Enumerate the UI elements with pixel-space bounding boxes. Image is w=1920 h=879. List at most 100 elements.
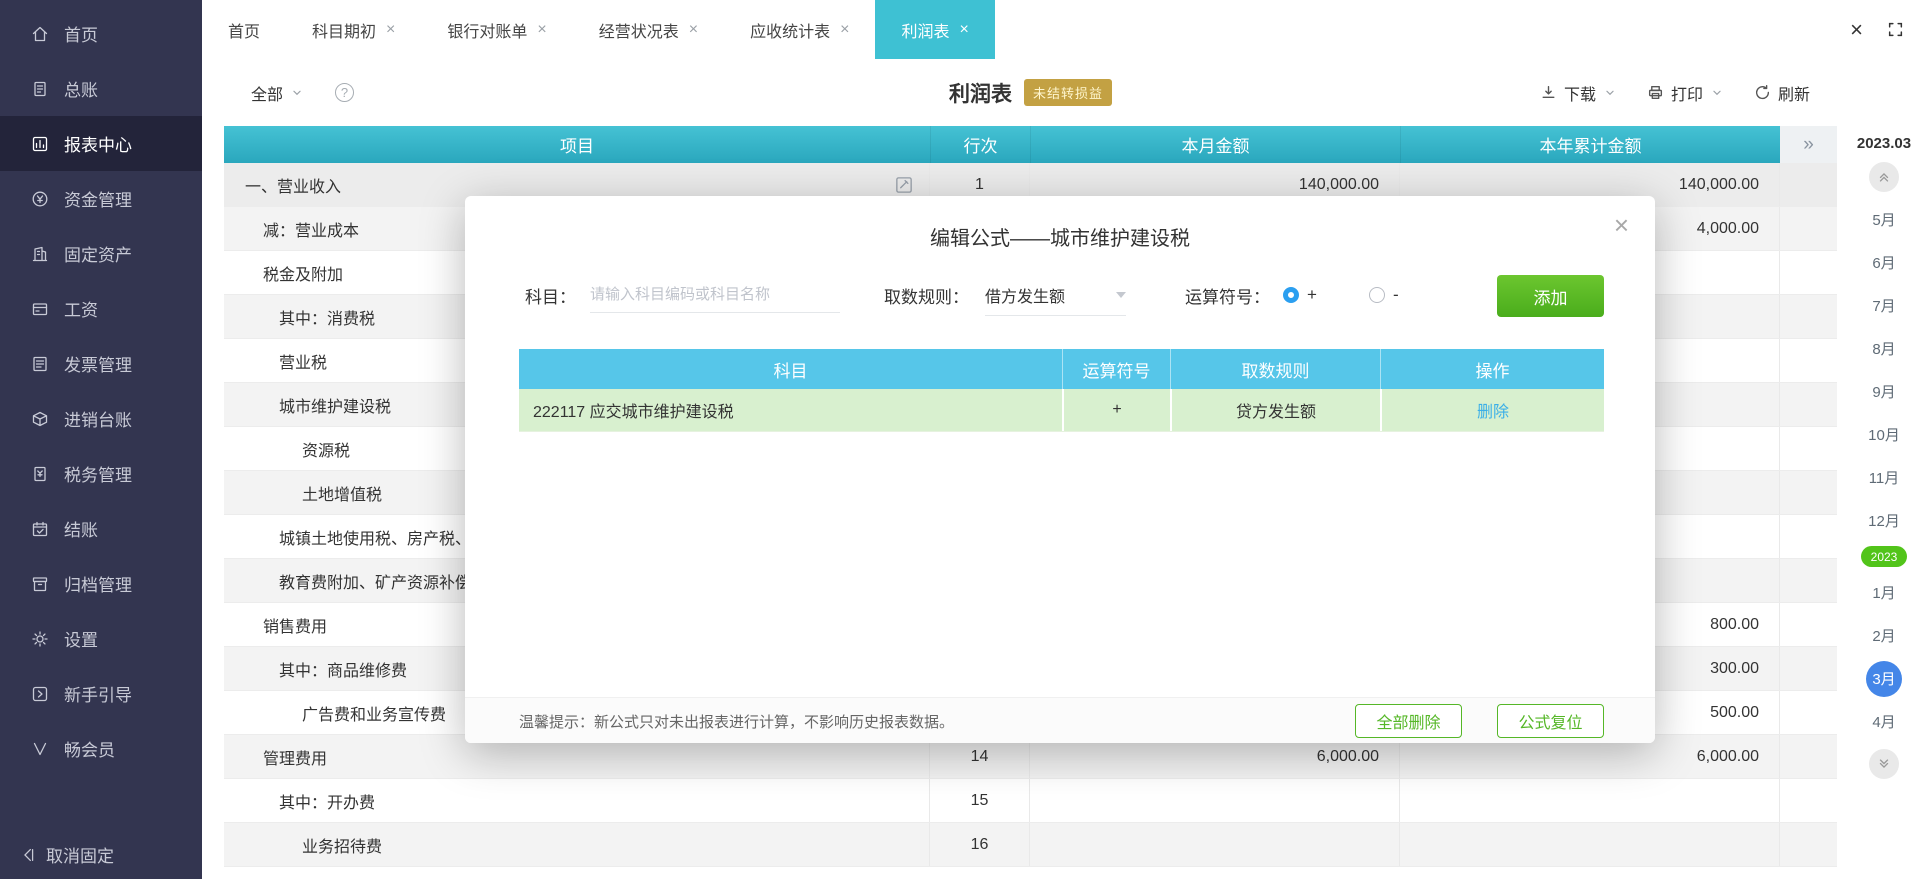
sidebar-item-salary[interactable]: 工资 <box>0 281 202 336</box>
operator-plus-radio[interactable]: + <box>1283 285 1317 305</box>
modal-tip-text: 温馨提示：新公式只对未出报表进行计算，不影响历史报表数据。 <box>519 713 955 731</box>
tab-operating-status[interactable]: 经营状况表 × <box>573 0 724 59</box>
operator-minus-text: - <box>1393 285 1399 304</box>
download-label: 下载 <box>1563 86 1596 104</box>
row-spacer <box>1780 647 1837 690</box>
print-button[interactable]: 打印 <box>1647 81 1724 105</box>
delete-all-button[interactable]: 全部删除 <box>1355 704 1462 738</box>
sidebar-item-general-ledger[interactable]: 总账 <box>0 61 202 116</box>
scroll-months-down-button[interactable] <box>1869 749 1899 779</box>
month-item-january[interactable]: 1月 <box>1848 571 1920 614</box>
tab-close-icon[interactable]: × <box>959 21 968 39</box>
sidebar-item-label: 工资 <box>64 301 98 320</box>
month-item-september[interactable]: 9月 <box>1848 370 1920 413</box>
unpin-sidebar-button[interactable]: 取消固定 <box>20 842 114 867</box>
settings-icon <box>32 630 48 647</box>
guide-icon <box>32 686 48 701</box>
month-item-february[interactable]: 2月 <box>1848 614 1920 657</box>
sidebar-item-guide[interactable]: 新手引导 <box>0 666 202 721</box>
scroll-months-up-button[interactable] <box>1869 162 1899 192</box>
help-icon[interactable]: ? <box>335 83 354 102</box>
month-item-april[interactable]: 4月 <box>1848 700 1920 743</box>
sidebar-item-inventory-ledger[interactable]: 进销台账 <box>0 391 202 446</box>
sidebar-item-funds[interactable]: 资金管理 <box>0 171 202 226</box>
tab-close-icon[interactable]: × <box>689 21 698 39</box>
refresh-icon <box>1755 85 1770 100</box>
month-item-august[interactable]: 8月 <box>1848 327 1920 370</box>
close-icon[interactable]: × <box>1850 18 1863 41</box>
table-row[interactable]: 业务招待费 16 <box>224 823 1837 867</box>
operator-minus-radio[interactable]: - <box>1369 285 1399 305</box>
sidebar-item-invoice[interactable]: 发票管理 <box>0 336 202 391</box>
sidebar-item-member[interactable]: 畅会员 <box>0 721 202 776</box>
print-label: 打印 <box>1670 86 1703 104</box>
fullscreen-icon[interactable] <box>1887 21 1904 38</box>
tab-subject-opening[interactable]: 科目期初 × <box>286 0 421 59</box>
delete-link[interactable]: 删除 <box>1477 398 1509 422</box>
fixed-assets-icon <box>32 246 48 261</box>
salary-icon <box>32 302 48 315</box>
download-button[interactable]: 下载 <box>1540 81 1617 105</box>
row-item-cell: 其中：开办费 <box>224 779 930 822</box>
formula-row[interactable]: 222117 应交城市维护建设税 + 贷方发生额 删除 <box>519 389 1604 432</box>
scope-filter-dropdown[interactable]: 全部 <box>251 59 304 126</box>
tab-receivable-stats[interactable]: 应收统计表 × <box>724 0 875 59</box>
window-controls: × <box>1850 0 1904 59</box>
refresh-button[interactable]: 刷新 <box>1754 81 1810 105</box>
month-item-june[interactable]: 6月 <box>1848 241 1920 284</box>
edit-formula-icon[interactable] <box>893 174 915 196</box>
chevron-down-icon <box>1606 90 1614 95</box>
month-item-march-active[interactable]: 3月 <box>1848 657 1920 700</box>
sidebar-item-tax[interactable]: 税务管理 <box>0 446 202 501</box>
sidebar-item-archive[interactable]: 归档管理 <box>0 556 202 611</box>
month-item-november[interactable]: 11月 <box>1848 456 1920 499</box>
month-item-december[interactable]: 12月 <box>1848 499 1920 542</box>
home-icon <box>32 26 48 41</box>
column-header-year-amount: 本年累计金额 <box>1400 126 1780 163</box>
tab-close-icon[interactable]: × <box>840 21 849 39</box>
month-item-july[interactable]: 7月 <box>1848 284 1920 327</box>
subject-input[interactable] <box>590 277 840 313</box>
tab-home[interactable]: 首页 <box>202 0 286 59</box>
sidebar-item-settings[interactable]: 设置 <box>0 611 202 666</box>
rule-select[interactable]: 借方发生额 <box>985 274 1126 316</box>
sidebar-item-label: 结账 <box>64 521 98 540</box>
sidebar-item-fixed-assets[interactable]: 固定资产 <box>0 226 202 281</box>
modal-close-icon[interactable]: × <box>1614 212 1629 238</box>
row-item-cell: 业务招待费 <box>224 823 930 866</box>
row-spacer <box>1780 735 1837 778</box>
tab-label: 利润表 <box>901 23 950 41</box>
row-line-cell: 15 <box>930 779 1030 822</box>
sidebar-item-label: 资金管理 <box>64 191 132 210</box>
tab-bank-statement[interactable]: 银行对账单 × <box>421 0 572 59</box>
tab-profit-statement[interactable]: 利润表 × <box>875 0 995 59</box>
toolbar-actions: 下载 打印 刷新 <box>1540 59 1810 126</box>
add-button[interactable]: 添加 <box>1497 275 1604 317</box>
sidebar-item-label: 税务管理 <box>64 466 132 485</box>
sidebar-item-report-center[interactable]: 报表中心 <box>0 116 202 171</box>
table-row[interactable]: 其中：开办费 15 <box>224 779 1837 823</box>
sidebar-item-closing[interactable]: 结账 <box>0 501 202 556</box>
page-title: 利润表 <box>948 82 1012 106</box>
row-spacer <box>1780 691 1837 734</box>
sidebar-item-label: 首页 <box>64 26 98 45</box>
formula-col-subject: 科目 <box>773 361 808 381</box>
formula-reset-button[interactable]: 公式复位 <box>1497 704 1604 738</box>
tab-label: 应收统计表 <box>750 23 831 41</box>
row-spacer <box>1780 559 1837 602</box>
expand-columns-icon[interactable]: » <box>1780 126 1837 163</box>
row-year-cell <box>1400 779 1780 822</box>
sidebar-item-home[interactable]: 首页 <box>0 6 202 61</box>
row-spacer <box>1780 823 1837 866</box>
month-item-may[interactable]: 5月 <box>1848 198 1920 241</box>
invoice-icon <box>33 356 47 371</box>
tab-label: 首页 <box>228 23 261 41</box>
sidebar-item-label: 归档管理 <box>64 576 132 595</box>
month-item-october[interactable]: 10月 <box>1848 413 1920 456</box>
row-spacer <box>1780 383 1837 426</box>
closing-icon <box>32 521 48 536</box>
row-spacer <box>1780 427 1837 470</box>
current-period-label: 2023.03 <box>1856 135 1912 152</box>
tab-close-icon[interactable]: × <box>386 21 395 39</box>
tab-close-icon[interactable]: × <box>537 21 546 39</box>
